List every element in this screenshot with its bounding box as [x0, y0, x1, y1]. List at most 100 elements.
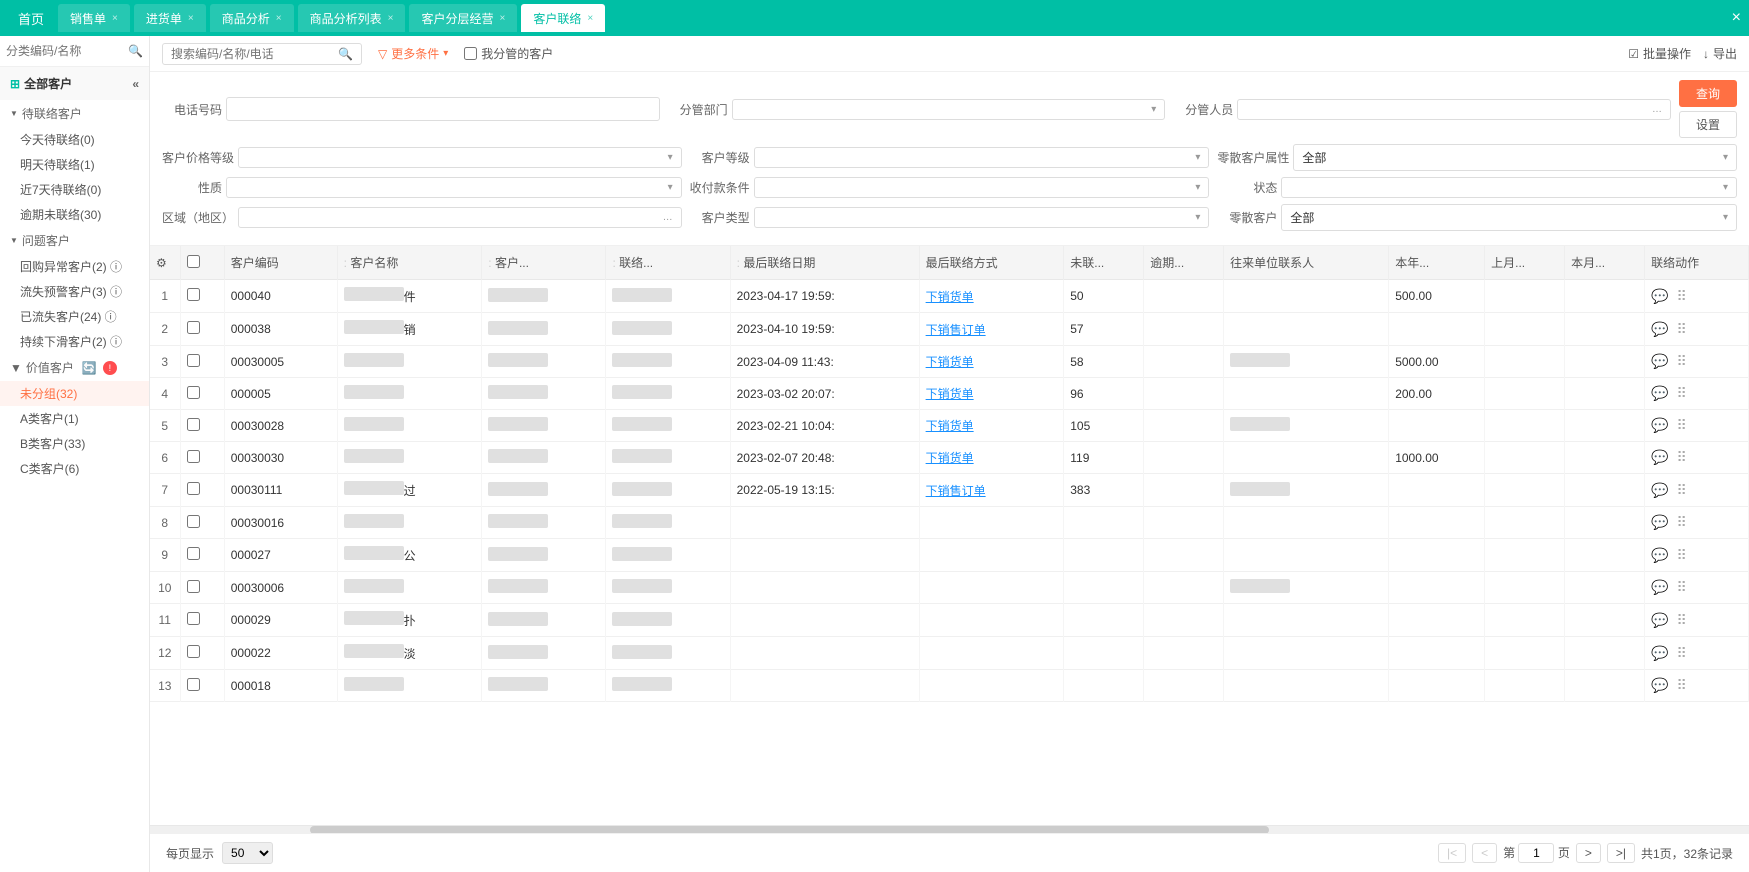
sidebar-item-7days[interactable]: 近7天待联络(0) — [0, 177, 149, 202]
row-name[interactable]: 件 — [337, 280, 482, 313]
row-checkbox-cell[interactable] — [180, 280, 224, 313]
col-last-method[interactable]: 最后联络方式 — [919, 246, 1064, 280]
menu-icon[interactable]: ⠿ — [1677, 482, 1687, 499]
page-size-select[interactable]: 50 100 200 — [222, 842, 273, 864]
row-last-method[interactable]: 下销货单 — [919, 410, 1064, 442]
menu-icon[interactable]: ⠿ — [1677, 547, 1687, 564]
col-not-contact[interactable]: 未联... — [1064, 246, 1144, 280]
col-code[interactable]: 客户编码 — [224, 246, 337, 280]
row-checkbox[interactable] — [187, 418, 200, 431]
prev-page-btn[interactable]: < — [1472, 843, 1497, 863]
main-search-input[interactable] — [171, 47, 334, 61]
select-all-checkbox[interactable] — [187, 255, 200, 268]
close-customer-tier-tab[interactable]: × — [499, 13, 505, 24]
row-checkbox[interactable] — [187, 482, 200, 495]
row-last-method[interactable] — [919, 539, 1064, 572]
row-name[interactable]: 扑 — [337, 604, 482, 637]
sidebar-item-churned[interactable]: 已流失客户(24) ⓘ — [0, 304, 149, 329]
phone-input[interactable] — [226, 97, 660, 121]
sidebar-item-classB[interactable]: B类客户(33) — [0, 431, 149, 456]
close-customer-contact-tab[interactable]: × — [587, 13, 593, 24]
col-type[interactable]: : 客户... — [482, 246, 606, 280]
row-name[interactable] — [337, 410, 482, 442]
query-button[interactable]: 查询 — [1679, 80, 1737, 107]
menu-icon[interactable]: ⠿ — [1677, 579, 1687, 596]
sidebar-item-ungrouped[interactable]: 未分组(32) — [0, 381, 149, 406]
next-page-btn[interactable]: > — [1576, 843, 1601, 863]
export-btn[interactable]: ↓ 导出 — [1703, 45, 1737, 62]
chat-icon[interactable]: 💬 — [1651, 645, 1668, 662]
menu-icon[interactable]: ⠿ — [1677, 514, 1687, 531]
row-checkbox-cell[interactable] — [180, 410, 224, 442]
nav-tab-analysis-list[interactable]: 商品分析列表 × — [298, 4, 406, 32]
chat-icon[interactable]: 💬 — [1651, 353, 1668, 370]
row-checkbox-cell[interactable] — [180, 346, 224, 378]
row-name[interactable]: 销 — [337, 313, 482, 346]
row-checkbox[interactable] — [187, 354, 200, 367]
col-name[interactable]: : 客户名称 — [337, 246, 482, 280]
menu-icon[interactable]: ⠿ — [1677, 417, 1687, 434]
row-checkbox[interactable] — [187, 386, 200, 399]
sidebar-section-problem[interactable]: ▼ 问题客户 — [0, 227, 149, 254]
price-level-select[interactable]: ▾ — [238, 147, 682, 168]
status-select[interactable]: ▾ — [1281, 177, 1737, 198]
row-last-method[interactable]: 下销货单 — [919, 378, 1064, 410]
row-name[interactable]: 过 — [337, 474, 482, 507]
close-analysis-list-tab[interactable]: × — [388, 13, 394, 24]
my-customers-checkbox[interactable]: 我分管的客户 — [464, 45, 553, 62]
nav-tab-customer-contact[interactable]: 客户联络 × — [521, 4, 605, 32]
chat-icon[interactable]: 💬 — [1651, 677, 1668, 694]
last-page-btn[interactable]: >| — [1607, 843, 1635, 863]
row-name[interactable] — [337, 507, 482, 539]
row-last-method[interactable]: 下销货单 — [919, 442, 1064, 474]
first-page-btn[interactable]: |< — [1438, 843, 1466, 863]
row-checkbox-cell[interactable] — [180, 539, 224, 572]
row-checkbox-cell[interactable] — [180, 670, 224, 702]
menu-icon[interactable]: ⠿ — [1677, 449, 1687, 466]
nature-select[interactable]: ▾ — [226, 177, 682, 198]
retail-select[interactable]: 全部 ▾ — [1281, 204, 1737, 231]
col-last-date[interactable]: : 最后联络日期 — [730, 246, 919, 280]
col-this-year[interactable]: 本年... — [1389, 246, 1485, 280]
search-icon[interactable]: 🔍 — [338, 47, 353, 61]
sidebar-item-classA[interactable]: A类客户(1) — [0, 406, 149, 431]
sidebar-item-abnormal[interactable]: 回购异常客户(2) ⓘ — [0, 254, 149, 279]
sidebar-item-overdue[interactable]: 逾期未联络(30) — [0, 202, 149, 227]
nav-tab-analysis[interactable]: 商品分析 × — [210, 4, 294, 32]
sidebar-item-today[interactable]: 今天待联络(0) — [0, 127, 149, 152]
scatter-attr-select[interactable]: 全部 ▾ — [1293, 144, 1737, 171]
menu-icon[interactable]: ⠿ — [1677, 645, 1687, 662]
close-purchase-tab[interactable]: × — [188, 13, 194, 24]
col-last-month[interactable]: 上月... — [1485, 246, 1565, 280]
sidebar-search-input[interactable] — [6, 44, 124, 58]
customer-type-select[interactable]: ▾ — [754, 207, 1210, 228]
horizontal-scrollbar[interactable] — [150, 825, 1749, 833]
nav-tab-sales[interactable]: 销售单 × — [58, 4, 130, 32]
more-conditions-btn[interactable]: ▽ 更多条件 ▾ — [370, 42, 456, 65]
menu-icon[interactable]: ⠿ — [1677, 321, 1687, 338]
chat-icon[interactable]: 💬 — [1651, 449, 1668, 466]
row-name[interactable]: 淡 — [337, 637, 482, 670]
sidebar-section-pending[interactable]: ▼ 待联络客户 — [0, 100, 149, 127]
row-checkbox-cell[interactable] — [180, 313, 224, 346]
chat-icon[interactable]: 💬 — [1651, 579, 1668, 596]
nav-tab-customer-tier[interactable]: 客户分层经营 × — [409, 4, 517, 32]
chat-icon[interactable]: 💬 — [1651, 547, 1668, 564]
row-checkbox[interactable] — [187, 645, 200, 658]
chat-icon[interactable]: 💬 — [1651, 612, 1668, 629]
menu-icon[interactable]: ⠿ — [1677, 612, 1687, 629]
my-customers-check[interactable] — [464, 47, 477, 60]
person-select[interactable]: … — [1237, 99, 1671, 120]
search-box[interactable]: 🔍 — [162, 43, 362, 65]
row-name[interactable] — [337, 670, 482, 702]
customer-level-select[interactable]: ▾ — [754, 147, 1210, 168]
close-all-tabs[interactable]: × — [1732, 9, 1741, 27]
sidebar-item-declining[interactable]: 持续下滑客户(2) ⓘ — [0, 329, 149, 354]
sidebar-item-churn-warning[interactable]: 流失预警客户(3) ⓘ — [0, 279, 149, 304]
row-checkbox-cell[interactable] — [180, 637, 224, 670]
row-checkbox-cell[interactable] — [180, 507, 224, 539]
row-last-method[interactable]: 下销货单 — [919, 346, 1064, 378]
row-checkbox-cell[interactable] — [180, 474, 224, 507]
menu-icon[interactable]: ⠿ — [1677, 353, 1687, 370]
refresh-icon[interactable]: 🔄 — [82, 361, 97, 375]
